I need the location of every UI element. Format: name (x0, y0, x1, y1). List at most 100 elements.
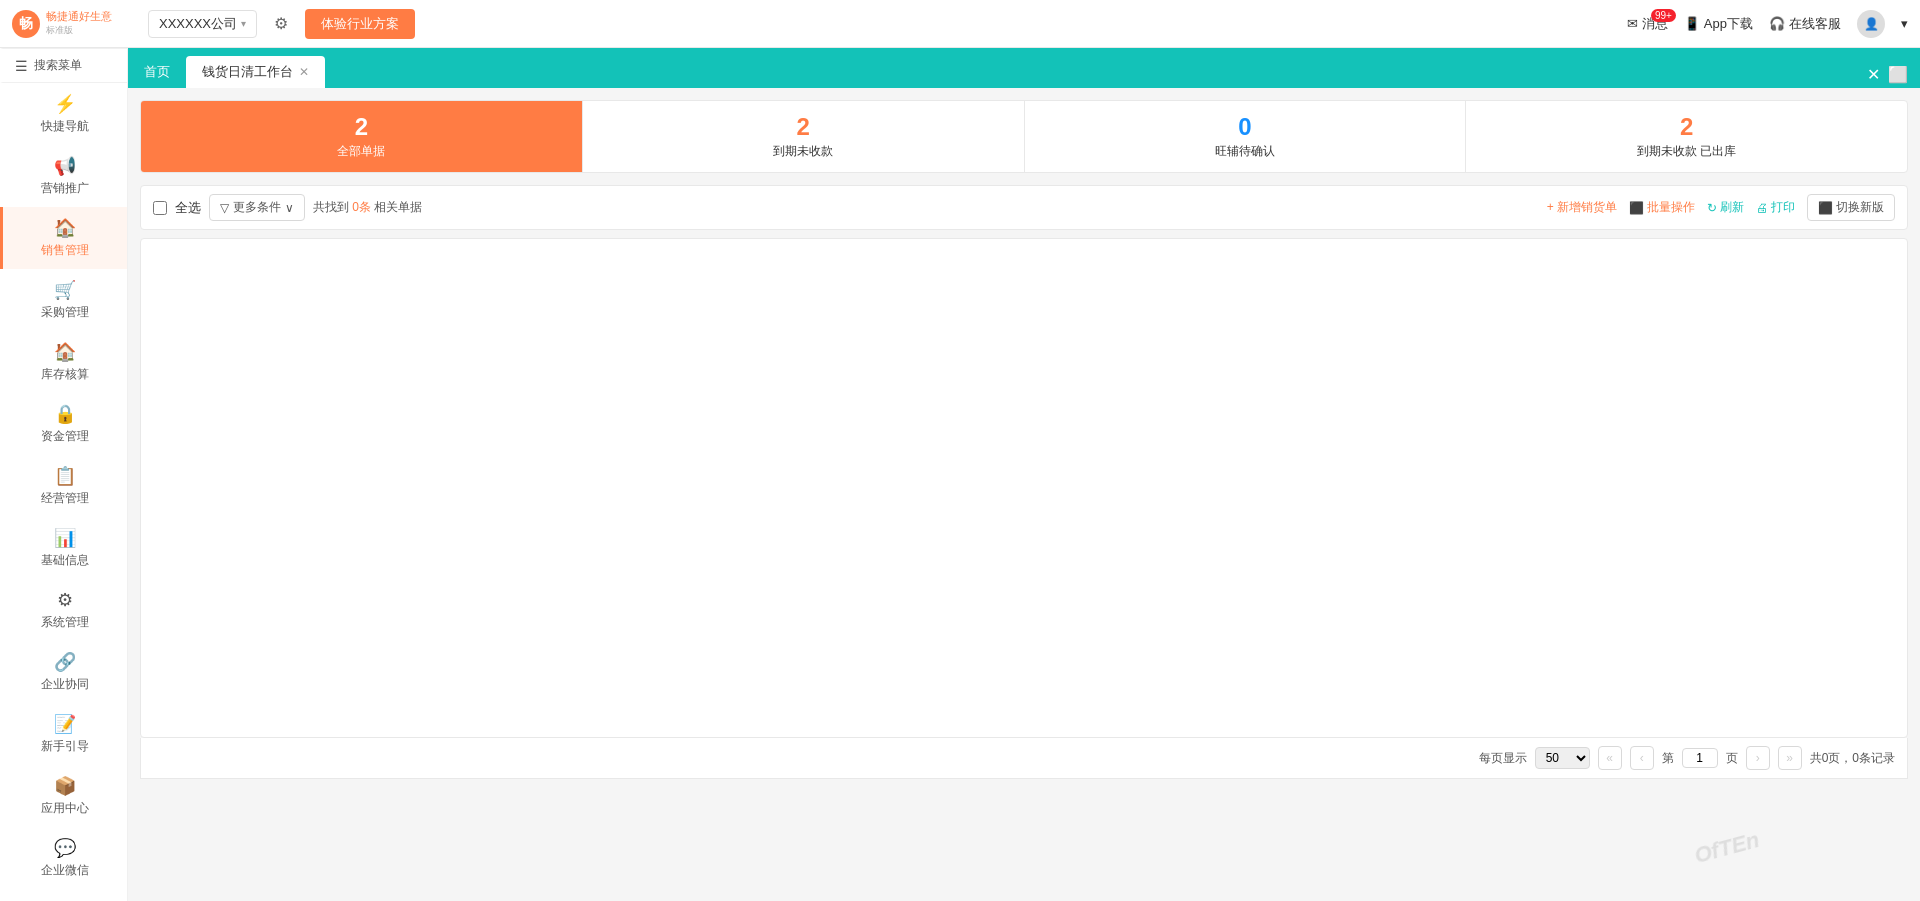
table-area (140, 238, 1908, 738)
sales-icon: 🏠 (54, 217, 76, 239)
sidebar-item-operations[interactable]: 📋 经营管理 (0, 455, 127, 517)
service-icon: 🎧 (1769, 16, 1785, 31)
stat-label-all: 全部单据 (153, 143, 570, 160)
download-icon: 📱 (1684, 16, 1700, 31)
sidebar-item-wechat[interactable]: 💬 企业微信 (0, 827, 127, 889)
nav-tab-controls: ✕ ⬜ (1855, 65, 1920, 84)
print-button[interactable]: 🖨 打印 (1756, 199, 1795, 216)
filter-chevron: ∨ (285, 201, 294, 215)
user-chevron-icon: ▾ (1901, 16, 1908, 31)
page-total: 共0页，0条记录 (1810, 750, 1895, 767)
message-badge: 99+ (1651, 9, 1676, 22)
sidebar-label-wechat: 企业微信 (41, 862, 89, 879)
avatar[interactable]: 👤 (1857, 10, 1885, 38)
operations-icon: 📋 (54, 465, 76, 487)
stat-num-all: 2 (153, 113, 570, 141)
guide-icon: 📝 (54, 713, 76, 735)
sidebar-item-app-center[interactable]: 📦 应用中心 (0, 765, 127, 827)
batch-ops-button[interactable]: ⬛ 批量操作 (1629, 199, 1695, 216)
chevron-down-icon: ▾ (241, 18, 246, 29)
trial-button[interactable]: 体验行业方案 (305, 9, 415, 39)
top-bar: 畅 畅捷通好生意 标准版 XXXXXX公司 ▾ ⚙ 体验行业方案 ✉ 消息 99… (0, 0, 1920, 48)
per-page-select[interactable]: 50 100 200 (1535, 747, 1590, 769)
tab-close-icon[interactable]: ✕ (299, 65, 309, 79)
found-text: 共找到 0条 相关单据 (313, 199, 422, 216)
sidebar-item-marketing[interactable]: 📢 营销推广 (0, 145, 127, 207)
per-page-label: 每页显示 (1479, 750, 1527, 767)
refresh-button[interactable]: ↻ 刷新 (1707, 199, 1744, 216)
more-filter-button[interactable]: ▽ 更多条件 ∨ (209, 194, 305, 221)
stat-tab-overdue-shipped[interactable]: 2 到期未收款 已出库 (1466, 101, 1907, 172)
tab-work-bench[interactable]: 钱货日清工作台 ✕ (186, 56, 325, 88)
filter-icon: ▽ (220, 201, 229, 215)
user-menu[interactable]: ▾ (1901, 16, 1908, 31)
sidebar-item-inventory[interactable]: 🏠 库存核算 (0, 331, 127, 393)
print-label: 打印 (1771, 199, 1795, 216)
print-icon: 🖨 (1756, 201, 1768, 215)
sidebar-label-finance: 资金管理 (41, 428, 89, 445)
pagination: 每页显示 50 100 200 « ‹ 第 页 › » 共0页，0条记录 (140, 738, 1908, 779)
found-prefix: 共找到 (313, 200, 349, 214)
sidebar-item-guide[interactable]: 📝 新手引导 (0, 703, 127, 765)
inventory-icon: 🏠 (54, 341, 76, 363)
stat-tab-all[interactable]: 2 全部单据 (141, 101, 583, 172)
sidebar-label-search-menu: 搜索菜单 (34, 57, 82, 74)
batch-ops-icon: ⬛ (1629, 201, 1644, 215)
toolbar-right: + 新增销货单 ⬛ 批量操作 ↻ 刷新 🖨 打印 ⬛ 切换新版 (1547, 194, 1895, 221)
sidebar-item-quick-nav[interactable]: ⚡ 快捷导航 (0, 83, 127, 145)
quick-nav-icon: ⚡ (54, 93, 76, 115)
sidebar-item-search-menu[interactable]: ☰ 搜索菜单 (0, 48, 127, 83)
nav-tabs: 首页 钱货日清工作台 ✕ ✕ ⬜ (128, 48, 1920, 88)
more-filter-label: 更多条件 (233, 199, 281, 216)
sidebar-item-basic-info[interactable]: 📊 基础信息 (0, 517, 127, 579)
sidebar-label-guide: 新手引导 (41, 738, 89, 755)
marketing-icon: 📢 (54, 155, 76, 177)
refresh-icon: ↻ (1707, 201, 1717, 215)
found-suffix: 相关单据 (374, 200, 422, 214)
sidebar-label-app-center: 应用中心 (41, 800, 89, 817)
logo: 畅 畅捷通好生意 标准版 (12, 10, 140, 38)
page-prefix: 第 (1662, 750, 1674, 767)
refresh-label: 刷新 (1720, 199, 1744, 216)
basic-info-icon: 📊 (54, 527, 76, 549)
tab-home[interactable]: 首页 (128, 56, 186, 88)
stat-tab-pending[interactable]: 0 旺辅待确认 (1025, 101, 1467, 172)
maximize-icon[interactable]: ⬜ (1888, 65, 1908, 84)
company-selector[interactable]: XXXXXX公司 ▾ (148, 10, 257, 38)
online-service-action[interactable]: 🎧 在线客服 (1769, 15, 1841, 33)
select-all-label: 全选 (175, 199, 201, 217)
message-action[interactable]: ✉ 消息 99+ (1627, 15, 1668, 33)
app-center-icon: 📦 (54, 775, 76, 797)
sidebar-item-finance[interactable]: 🔒 资金管理 (0, 393, 127, 455)
sidebar-item-sales[interactable]: 🏠 销售管理 (0, 207, 127, 269)
sidebar-item-system[interactable]: ⚙ 系统管理 (0, 579, 127, 641)
page-input[interactable] (1682, 748, 1718, 768)
first-page-button[interactable]: « (1598, 746, 1622, 770)
batch-ops-label: 批量操作 (1647, 199, 1695, 216)
company-name: XXXXXX公司 (159, 15, 237, 33)
stat-label-pending: 旺辅待确认 (1037, 143, 1454, 160)
switch-label: 切换新版 (1836, 199, 1884, 216)
switch-icon: ⬛ (1818, 201, 1833, 215)
new-sale-button[interactable]: + 新增销货单 (1547, 199, 1617, 216)
sidebar-item-purchase[interactable]: 🛒 采购管理 (0, 269, 127, 331)
toolbar-left: 全选 ▽ 更多条件 ∨ 共找到 0条 相关单据 (153, 194, 422, 221)
select-all-checkbox[interactable] (153, 201, 167, 215)
app-download-action[interactable]: 📱 App下载 (1684, 15, 1753, 33)
next-page-button[interactable]: › (1746, 746, 1770, 770)
logo-name: 畅捷通好生意 (46, 10, 112, 23)
settings-button[interactable]: ⚙ (265, 8, 297, 40)
sidebar-label-marketing: 营销推广 (41, 180, 89, 197)
finance-icon: 🔒 (54, 403, 76, 425)
minimize-icon[interactable]: ✕ (1867, 65, 1880, 84)
sidebar-item-member[interactable]: ▽ 畅会员 (0, 889, 127, 901)
enterprise-icon: 🔗 (54, 651, 76, 673)
last-page-button[interactable]: » (1778, 746, 1802, 770)
stat-tab-overdue[interactable]: 2 到期未收款 (583, 101, 1025, 172)
logo-text-block: 畅捷通好生意 标准版 (46, 10, 112, 36)
sidebar-item-enterprise[interactable]: 🔗 企业协同 (0, 641, 127, 703)
switch-version-button[interactable]: ⬛ 切换新版 (1807, 194, 1895, 221)
prev-page-button[interactable]: ‹ (1630, 746, 1654, 770)
sidebar-label-operations: 经营管理 (41, 490, 89, 507)
stat-num-pending: 0 (1037, 113, 1454, 141)
